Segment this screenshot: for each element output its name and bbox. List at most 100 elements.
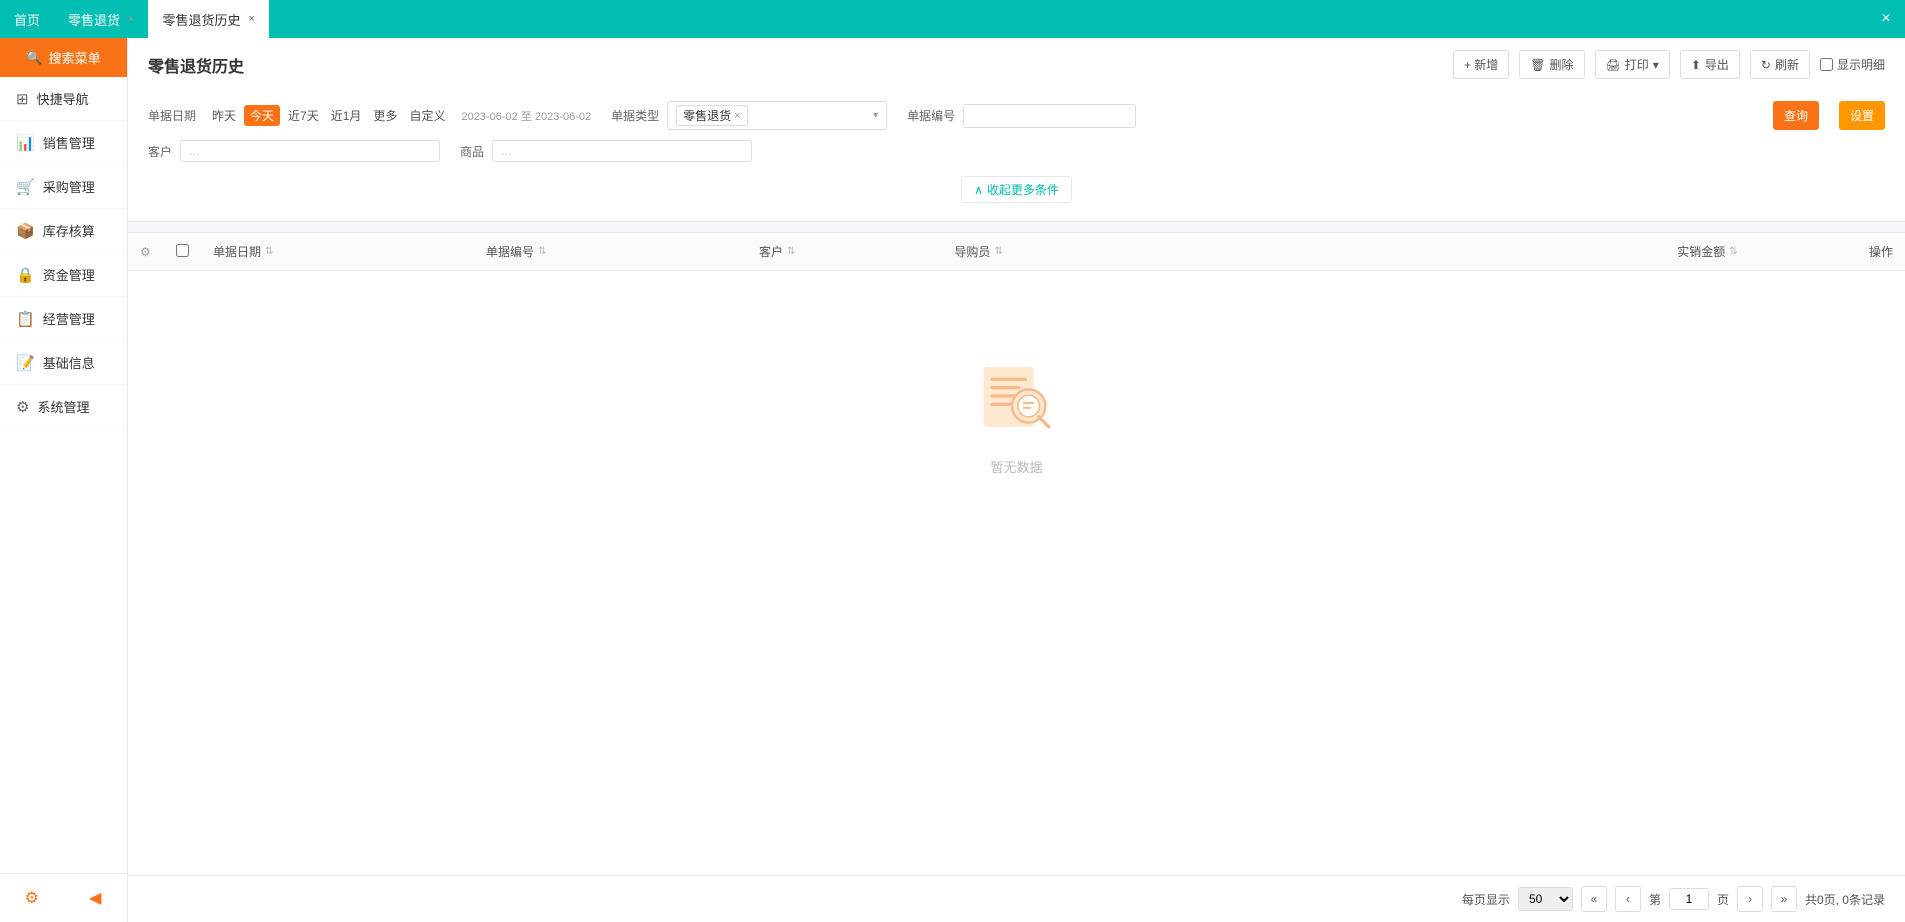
system-mgmt-icon: ⚙	[16, 398, 29, 416]
filter-doc-type: 单据类型 零售退货 × ▾	[611, 101, 887, 130]
sidebar-item-label: 快捷导航	[37, 89, 89, 108]
th-settings: ⚙	[128, 233, 164, 271]
doc-type-tag-close[interactable]: ×	[734, 110, 740, 122]
tab-home[interactable]: 首页	[0, 0, 54, 38]
doc-date-sort-icon[interactable]: ⇅	[265, 246, 273, 257]
empty-state-row: 暂无数据	[128, 271, 1905, 557]
sidebar-item-system-mgmt[interactable]: ⚙ 系统管理	[0, 385, 127, 429]
purchase-mgmt-icon: 🛒	[16, 178, 35, 196]
show-detail-checkbox[interactable]	[1820, 58, 1833, 71]
customer-sort-icon[interactable]: ⇅	[787, 246, 795, 257]
query-button[interactable]: 查询	[1773, 101, 1819, 130]
customer-label: 客户	[148, 143, 172, 160]
delete-label: 删除	[1550, 56, 1574, 73]
prev-page-btn[interactable]: ‹	[1615, 886, 1641, 912]
settings-label: 设置	[1850, 107, 1874, 124]
sidebar-settings-btn[interactable]: ⚙	[0, 882, 64, 914]
page-size-select[interactable]: 10 20 50 100	[1518, 887, 1573, 911]
sidebar-item-basic-info[interactable]: 📝 基础信息	[0, 341, 127, 385]
date-btn-today[interactable]: 今天	[244, 105, 280, 126]
th-settings-icon[interactable]: ⚙	[140, 245, 151, 259]
th-doc-date-label: 单据日期	[213, 243, 261, 260]
doc-number-sort-icon[interactable]: ⇅	[538, 246, 546, 257]
th-customer: 客户 ⇅	[747, 233, 942, 271]
tab-retail-return-close[interactable]: ×	[128, 13, 134, 25]
date-btn-last7[interactable]: 近7天	[284, 105, 323, 126]
total-label: 共0页, 0条记录	[1805, 891, 1885, 908]
sidebar-item-purchase-mgmt[interactable]: 🛒 采购管理	[0, 165, 127, 209]
empty-state: 暂无数据	[128, 271, 1905, 556]
new-label: + 新增	[1464, 56, 1498, 73]
actual-amount-sort-icon[interactable]: ⇅	[1729, 246, 1737, 257]
sidebar-item-sales-mgmt[interactable]: 📊 销售管理	[0, 121, 127, 165]
date-btn-last1month[interactable]: 近1月	[327, 105, 366, 126]
collapse-icon: ∧	[974, 183, 983, 197]
show-detail-checkbox-label[interactable]: 显示明细	[1820, 56, 1885, 73]
customer-placeholder: ...	[189, 144, 199, 158]
date-btn-more[interactable]: 更多	[369, 105, 401, 126]
date-btn-yesterday[interactable]: 昨天	[208, 105, 240, 126]
filter-row-1: 单据日期 昨天 今天 近7天 近1月 更多 自定义 2023-06-02 至 2…	[148, 101, 1885, 130]
last-page-btn[interactable]: »	[1771, 886, 1797, 912]
select-all-checkbox[interactable]	[176, 244, 189, 257]
doc-number-input[interactable]	[963, 104, 1136, 128]
doc-number-label: 单据编号	[907, 107, 955, 124]
goods-label: 商品	[460, 143, 484, 160]
th-customer-label: 客户	[759, 243, 783, 260]
sidebar-item-quick-nav[interactable]: ⊞ 快捷导航	[0, 77, 127, 121]
query-label: 查询	[1784, 107, 1808, 124]
sidebar-item-label: 经营管理	[43, 309, 95, 328]
print-button[interactable]: 🖨 打印 ▾	[1595, 50, 1670, 79]
customer-select[interactable]: ...	[180, 140, 440, 162]
sidebar-item-label: 销售管理	[43, 133, 95, 152]
guide-sort-icon[interactable]: ⇅	[994, 246, 1002, 257]
page-unit-label: 页	[1717, 891, 1729, 908]
refresh-icon: ↻	[1761, 58, 1771, 72]
collapse-more-btn[interactable]: ∧ 收起更多条件	[961, 176, 1072, 203]
filter-goods: 商品 ...	[460, 140, 752, 162]
page-number-input[interactable]	[1669, 888, 1709, 910]
filter-doc-number: 单据编号	[907, 104, 1136, 128]
tab-retail-return-history[interactable]: 零售退货历史 ×	[148, 0, 268, 38]
empty-state-cell: 暂无数据	[128, 271, 1905, 557]
delete-button[interactable]: 🗑 删除	[1519, 50, 1584, 79]
sidebar-item-inventory[interactable]: 📦 库存核算	[0, 209, 127, 253]
basic-info-icon: 📝	[16, 354, 35, 372]
search-icon: 🔍	[26, 50, 42, 66]
table-body: 暂无数据	[128, 271, 1905, 557]
sidebar-item-label: 采购管理	[43, 177, 95, 196]
page-label: 第	[1649, 891, 1661, 908]
sidebar-item-label: 资金管理	[43, 265, 95, 284]
ops-mgmt-icon: 📋	[16, 310, 35, 328]
sidebar-item-label: 基础信息	[43, 353, 95, 372]
collapse-label: 收起更多条件	[987, 181, 1059, 198]
export-button[interactable]: ⬆ 导出	[1680, 50, 1740, 79]
date-btn-custom[interactable]: 自定义	[405, 105, 449, 126]
empty-state-icon	[967, 351, 1067, 441]
sidebar-collapse-btn[interactable]: ◀	[64, 882, 128, 914]
tab-retail-return[interactable]: 零售退货 ×	[54, 0, 148, 38]
doc-type-select[interactable]: 零售退货 × ▾	[667, 101, 887, 130]
tab-retail-return-history-close[interactable]: ×	[248, 13, 254, 25]
th-doc-date: 单据日期 ⇅	[201, 233, 474, 271]
sidebar-search[interactable]: 🔍 搜索菜单	[0, 38, 127, 77]
goods-select[interactable]: ...	[492, 140, 752, 162]
page-size-label: 每页显示	[1462, 891, 1510, 908]
th-action-label: 操作	[1869, 245, 1893, 259]
doc-type-tag-value: 零售退货	[683, 107, 731, 124]
refresh-button[interactable]: ↻ 刷新	[1750, 50, 1810, 79]
window-close-button[interactable]: ×	[1867, 0, 1905, 38]
page-header: 零售退货历史 + 新增 🗑 删除 🖨 打印 ▾ ⬆	[128, 38, 1905, 222]
filter-area: 单据日期 昨天 今天 近7天 近1月 更多 自定义 2023-06-02 至 2…	[148, 91, 1885, 221]
export-icon: ⬆	[1691, 58, 1701, 72]
first-page-btn[interactable]: «	[1581, 886, 1607, 912]
settings-button[interactable]: 设置	[1839, 101, 1885, 130]
tab-home-label: 首页	[14, 10, 40, 29]
sidebar-item-ops-mgmt[interactable]: 📋 经营管理	[0, 297, 127, 341]
export-label: 导出	[1705, 56, 1729, 73]
next-page-btn[interactable]: ›	[1737, 886, 1763, 912]
new-button[interactable]: + 新增	[1453, 50, 1509, 79]
sidebar-item-finance[interactable]: 🔒 资金管理	[0, 253, 127, 297]
th-guide-label: 导购员	[954, 243, 990, 260]
tab-retail-return-history-label: 零售退货历史	[162, 10, 240, 29]
